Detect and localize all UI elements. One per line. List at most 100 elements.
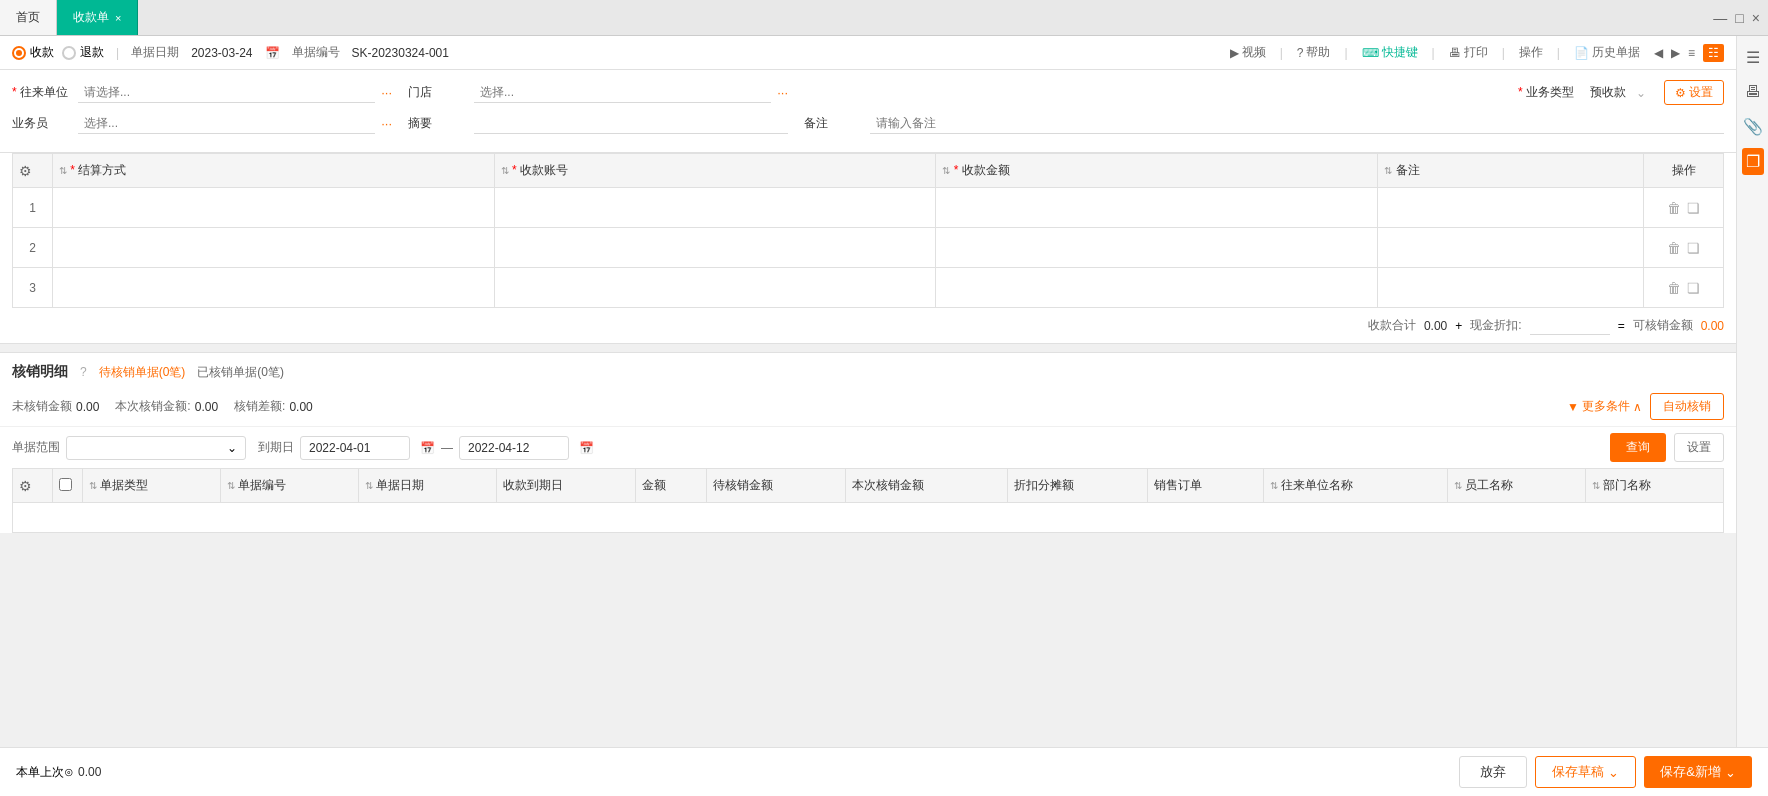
summary-input[interactable] (474, 113, 788, 134)
bth-department: ⇅ 部门名称 (1585, 469, 1723, 503)
row-settlement-2[interactable] (53, 228, 495, 268)
video-btn[interactable]: ▶ 视频 (1224, 42, 1272, 63)
store-input[interactable] (474, 82, 771, 103)
help-btn[interactable]: ? 帮助 (1291, 42, 1337, 63)
writeoff-section: 核销明细 ? 待核销单据(0笔) 已核销单据(0笔) 未核销金额 0.00 本次… (0, 352, 1736, 533)
toolbar-actions: ▶ 视频 | ? 帮助 | ⌨ 快捷键 | 🖶 打印 | 操作 | (1224, 42, 1724, 63)
grid-icon[interactable]: ☷ (1703, 44, 1724, 62)
delete-icon-1[interactable]: 🗑 (1667, 200, 1681, 216)
pending-tag[interactable]: 待核销单据(0笔) (99, 364, 186, 381)
calendar-to-icon[interactable]: 📅 (579, 441, 594, 455)
counterpart-label: 往来单位 (12, 84, 72, 101)
settings-button[interactable]: ⚙ 设置 (1664, 80, 1724, 105)
done-tag[interactable]: 已核销单据(0笔) (197, 364, 284, 381)
more-conditions-btn[interactable]: ▼ 更多条件 ∧ (1567, 398, 1642, 415)
select-all-checkbox[interactable] (59, 478, 72, 491)
salesperson-field: 业务员 ··· (12, 113, 392, 134)
bth-current-amount: 本次核销金额 (846, 469, 1008, 503)
writeoff-help-icon[interactable]: ? (80, 365, 87, 379)
delete-icon-3[interactable]: 🗑 (1667, 280, 1681, 296)
video-icon: ▶ (1230, 46, 1239, 60)
business-type-label: 业务类型 (1518, 84, 1578, 101)
unwriteoff-label: 未核销金额 (12, 398, 72, 415)
row-amount-3[interactable] (936, 268, 1378, 308)
copy-icon-3[interactable]: ❏ (1687, 280, 1700, 296)
writeoff-title: 核销明细 (12, 363, 68, 381)
print-btn[interactable]: 🖶 打印 (1443, 42, 1494, 63)
salesperson-label: 业务员 (12, 115, 72, 132)
shortcut-btn[interactable]: ⌨ 快捷键 (1356, 42, 1424, 63)
nav-prev-icon[interactable]: ◀ (1654, 46, 1663, 60)
due-date-label: 到期日 (258, 439, 294, 456)
bottom-table-gear-icon[interactable]: ⚙ (19, 478, 32, 494)
store-more-icon[interactable]: ··· (777, 85, 788, 100)
filter-settings-btn[interactable]: 设置 (1674, 433, 1724, 462)
th-account: ⇅ 收款账号 (494, 154, 936, 188)
minimize-btn[interactable]: — (1713, 10, 1727, 26)
copy-icon-2[interactable]: ❏ (1687, 240, 1700, 256)
table-row: 2 🗑 ❏ (13, 228, 1724, 268)
number-label: 单据编号 (292, 44, 340, 61)
th-amount: ⇅ 收款金额 (936, 154, 1378, 188)
close-btn[interactable]: × (1752, 10, 1760, 26)
filter-buttons: 查询 设置 (1610, 433, 1724, 462)
salesperson-more-icon[interactable]: ··· (381, 116, 392, 131)
date-from-input[interactable] (300, 436, 410, 460)
counterpart-more-icon[interactable]: ··· (381, 85, 392, 100)
delete-icon-2[interactable]: 🗑 (1667, 240, 1681, 256)
store-label: 门店 (408, 84, 468, 101)
history-btn[interactable]: 📄 历史单据 (1568, 42, 1646, 63)
sidebar-attachment-icon[interactable]: 📎 (1739, 113, 1767, 140)
row-remark-3[interactable] (1378, 268, 1644, 308)
date-value[interactable]: 2023-03-24 (191, 46, 252, 60)
query-button[interactable]: 查询 (1610, 433, 1666, 462)
current-stat: 本次核销金额: 0.00 (115, 398, 218, 415)
row-settlement-3[interactable] (53, 268, 495, 308)
discount-input[interactable] (1530, 316, 1610, 335)
tab-active-label: 收款单 (73, 9, 109, 26)
calendar-icon[interactable]: 📅 (265, 46, 280, 60)
table-gear-icon[interactable]: ⚙ (19, 163, 32, 179)
tab-close-icon[interactable]: × (115, 12, 121, 24)
operation-btn[interactable]: 操作 (1513, 42, 1549, 63)
row-remark-2[interactable] (1378, 228, 1644, 268)
business-type-chevron[interactable]: ⌄ (1636, 86, 1646, 100)
summary-label: 摘要 (408, 115, 468, 132)
salesperson-input[interactable] (78, 113, 375, 134)
row-action-3: 🗑 ❏ (1644, 268, 1724, 308)
calendar-from-icon[interactable]: 📅 (420, 441, 435, 455)
date-to-input[interactable] (459, 436, 569, 460)
sidebar-print-icon[interactable]: 🖶 (1741, 79, 1765, 105)
row-remark-1[interactable] (1378, 188, 1644, 228)
row-amount-2[interactable] (936, 228, 1378, 268)
radio-payment[interactable]: 收款 (12, 44, 54, 61)
tab-active[interactable]: 收款单 × (57, 0, 138, 35)
row-account-2[interactable] (494, 228, 936, 268)
bth-amount: 金额 (636, 469, 707, 503)
maximize-btn[interactable]: □ (1735, 10, 1743, 26)
remark-input[interactable] (870, 113, 1724, 134)
row-settlement-1[interactable] (53, 188, 495, 228)
nav-next-icon[interactable]: ▶ (1671, 46, 1680, 60)
writeoff-actions: ▼ 更多条件 ∧ 自动核销 (1567, 393, 1724, 420)
th-settings: ⚙ (13, 154, 53, 188)
copy-icon-1[interactable]: ❏ (1687, 200, 1700, 216)
plus-sign: + (1455, 319, 1462, 333)
sidebar-expand-icon[interactable]: ❐ (1742, 148, 1764, 175)
remark-field: 备注 (804, 113, 1724, 134)
layout-icon[interactable]: ≡ (1688, 46, 1695, 60)
row-account-3[interactable] (494, 268, 936, 308)
sidebar-table-icon[interactable]: ☰ (1742, 44, 1764, 71)
row-num-2: 2 (13, 228, 53, 268)
range-select[interactable]: ⌄ (66, 436, 246, 460)
radio-refund[interactable]: 退款 (62, 44, 104, 61)
radio-refund-dot (62, 46, 76, 60)
form-row-2: 业务员 ··· 摘要 备注 (12, 113, 1724, 134)
auto-writeoff-btn[interactable]: 自动核销 (1650, 393, 1724, 420)
row-account-1[interactable] (494, 188, 936, 228)
tab-home[interactable]: 首页 (0, 0, 57, 35)
row-amount-1[interactable] (936, 188, 1378, 228)
counterpart-input[interactable] (78, 82, 375, 103)
range-chevron-icon: ⌄ (227, 441, 237, 455)
bottom-table-row (13, 503, 1724, 533)
